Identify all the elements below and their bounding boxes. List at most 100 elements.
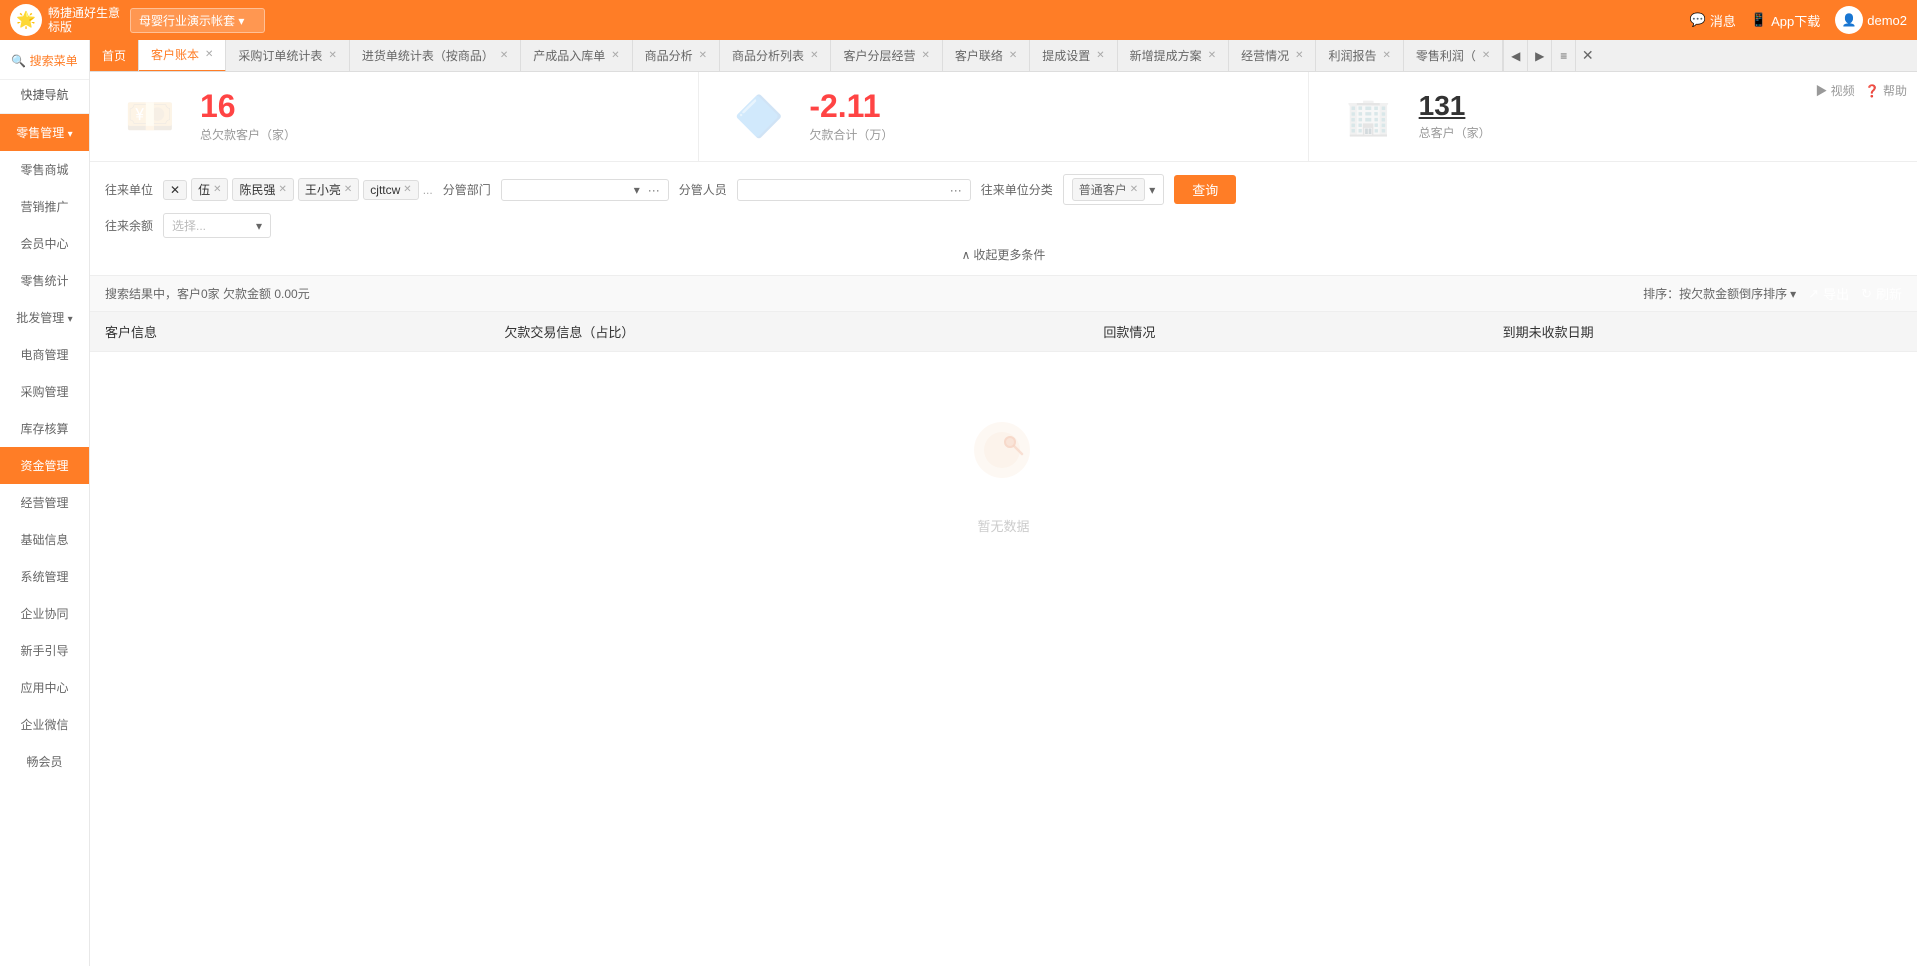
unit-label: 往来单位 bbox=[105, 181, 153, 198]
results-bar: 搜索结果中，客户0家 欠款金额 0.00元 排序：按欠款金额倒序排序 ▾ ↗ 导… bbox=[90, 276, 1917, 312]
balance-dropdown[interactable]: 选择... ▾ bbox=[163, 213, 271, 238]
close-tab-profit[interactable]: ✕ bbox=[1383, 50, 1391, 61]
sidebar-item-operations[interactable]: 经营管理 bbox=[0, 484, 89, 521]
top-right: 💬 消息 📱 App下载 👤 demo2 bbox=[1690, 6, 1907, 34]
tab-profit-report[interactable]: 利润报告 ✕ bbox=[1316, 40, 1403, 72]
stat-actions: ▶ 视频 ❓ 帮助 bbox=[1815, 82, 1907, 99]
close-tab-customer-contact[interactable]: ✕ bbox=[1009, 50, 1017, 61]
app-download-btn[interactable]: 📱 App下载 bbox=[1751, 11, 1820, 30]
dept-more-dots[interactable]: ··· bbox=[648, 183, 660, 197]
sidebar-item-basic-info[interactable]: 基础信息 bbox=[0, 521, 89, 558]
sidebar: 🔍 搜索菜单 快捷导航 零售管理 ▾ 零售商城 营销推广 会员中心 零售统计 批… bbox=[0, 40, 90, 966]
tab-customer-contact[interactable]: 客户联络 ✕ bbox=[943, 40, 1030, 72]
sort-dropdown[interactable]: 排序：按欠款金额倒序排序 ▾ bbox=[1643, 285, 1796, 302]
close-tab-achievement[interactable]: ✕ bbox=[1208, 50, 1216, 61]
query-button[interactable]: 查询 bbox=[1174, 175, 1236, 204]
remove-chen[interactable]: ✕ bbox=[279, 184, 287, 195]
tab-product-analysis-list[interactable]: 商品分析列表 ✕ bbox=[720, 40, 831, 72]
close-tab-inbound[interactable]: ✕ bbox=[500, 50, 508, 61]
filter-tag-wang[interactable]: 王小亮✕ bbox=[298, 178, 359, 201]
tab-tips-settings[interactable]: 提成设置 ✕ bbox=[1030, 40, 1117, 72]
tab-customer-tier[interactable]: 客户分层经营 ✕ bbox=[831, 40, 942, 72]
tab-scroll-right[interactable]: ▶ bbox=[1527, 40, 1551, 72]
close-tab-retail-profit[interactable]: ✕ bbox=[1482, 50, 1490, 61]
col-header-debt-info: 欠款交易信息（占比） bbox=[504, 322, 1103, 341]
tab-cost-inbound[interactable]: 产成品入库单 ✕ bbox=[521, 40, 632, 72]
sidebar-item-retail-mall[interactable]: 零售商城 bbox=[0, 151, 89, 188]
tab-home[interactable]: 首页 bbox=[90, 40, 139, 72]
app-container: 🌟 畅捷通好生意 标版 母婴行业演示帐套 ▾ 💬 消息 📱 App下载 👤 de… bbox=[0, 0, 1917, 966]
sidebar-item-marketing[interactable]: 营销推广 bbox=[0, 188, 89, 225]
sidebar-item-retail-mgmt[interactable]: 零售管理 ▾ bbox=[0, 114, 89, 151]
tab-retail-profit[interactable]: 零售利润（ ✕ bbox=[1404, 40, 1503, 72]
filter-more-units[interactable]: ... bbox=[423, 183, 433, 197]
video-btn[interactable]: ▶ 视频 bbox=[1815, 82, 1854, 99]
remove-wang[interactable]: ✕ bbox=[344, 184, 352, 195]
tab-purchase-order-stats[interactable]: 采购订单统计表 ✕ bbox=[226, 40, 349, 72]
sidebar-quick-nav[interactable]: 快捷导航 bbox=[0, 80, 89, 114]
stat-label-total: 总客户（家） bbox=[1419, 124, 1491, 141]
filter-tag-chen[interactable]: 陈民强✕ bbox=[232, 178, 293, 201]
sidebar-item-retail-stats[interactable]: 零售统计 bbox=[0, 262, 89, 299]
refresh-icon: ↻ bbox=[1861, 286, 1872, 302]
col-header-due-date: 到期未收款日期 bbox=[1503, 322, 1902, 341]
remove-wu[interactable]: ✕ bbox=[213, 184, 221, 195]
person-dropdown[interactable]: ··· bbox=[737, 179, 971, 201]
close-tab-tips[interactable]: ✕ bbox=[1096, 50, 1104, 61]
col-header-customer-info: 客户信息 bbox=[105, 322, 504, 341]
stat-number-customers: 16 bbox=[200, 90, 296, 122]
tab-biz-status[interactable]: 经营情况 ✕ bbox=[1229, 40, 1316, 72]
close-tab-customer-accounts[interactable]: ✕ bbox=[205, 49, 213, 60]
stat-label-customers: 总欠款客户（家） bbox=[200, 126, 296, 143]
sidebar-item-enterprise[interactable]: 企业协同 bbox=[0, 595, 89, 632]
content-area: 首页 客户账本 ✕ 采购订单统计表 ✕ 进货单统计表（按商品） ✕ 产成品入库单… bbox=[90, 40, 1917, 966]
balance-label: 往来余额 bbox=[105, 217, 153, 234]
filter-tag-wu[interactable]: 伍✕ bbox=[191, 178, 228, 201]
close-tab-biz[interactable]: ✕ bbox=[1295, 50, 1303, 61]
tab-new-achievement[interactable]: 新增提成方案 ✕ bbox=[1118, 40, 1229, 72]
close-tab-purchase[interactable]: ✕ bbox=[328, 50, 336, 61]
tab-product-analysis[interactable]: 商品分析 ✕ bbox=[633, 40, 720, 72]
tab-customer-accounts[interactable]: 客户账本 ✕ bbox=[139, 40, 226, 72]
dept-dropdown[interactable]: ▾ ··· bbox=[501, 179, 669, 201]
sidebar-item-purchase[interactable]: 采购管理 bbox=[0, 373, 89, 410]
demo-selector[interactable]: 母婴行业演示帐套 ▾ bbox=[130, 8, 265, 33]
remove-normal-customer[interactable]: ✕ bbox=[1130, 184, 1138, 195]
close-tab-cost[interactable]: ✕ bbox=[611, 50, 619, 61]
unit-category-dropdown[interactable]: 普通客户 ✕ ▾ bbox=[1063, 174, 1164, 205]
close-tab-product-analysis[interactable]: ✕ bbox=[699, 50, 707, 61]
remove-cjttcw[interactable]: ✕ bbox=[403, 184, 411, 195]
sidebar-item-member[interactable]: 畅会员 bbox=[0, 743, 89, 780]
tab-inbound-stats[interactable]: 进货单统计表（按商品） ✕ bbox=[350, 40, 521, 72]
sidebar-item-system[interactable]: 系统管理 bbox=[0, 558, 89, 595]
sidebar-item-inventory[interactable]: 库存核算 bbox=[0, 410, 89, 447]
logo-icon: 🌟 bbox=[10, 4, 42, 36]
close-tab-customer-tier[interactable]: ✕ bbox=[921, 50, 929, 61]
tab-menu[interactable]: ≡ bbox=[1551, 40, 1575, 72]
collapse-btn[interactable]: ∧ 收起更多条件 bbox=[962, 246, 1046, 263]
sidebar-item-wholesale[interactable]: 批发管理 ▾ bbox=[0, 299, 89, 336]
sidebar-item-ecommerce[interactable]: 电商管理 bbox=[0, 336, 89, 373]
stats-row: 💴 16 总欠款客户（家） 🔷 -2.11 欠款合计（万） bbox=[90, 72, 1917, 162]
message-btn[interactable]: 💬 消息 bbox=[1690, 11, 1736, 30]
filter-tag-cjttcw[interactable]: cjttcw✕ bbox=[363, 180, 418, 200]
filter-tag-normal-customer: 普通客户 ✕ bbox=[1072, 178, 1145, 201]
close-tab-product-list[interactable]: ✕ bbox=[810, 50, 818, 61]
tab-close-all[interactable]: ✕ bbox=[1575, 40, 1599, 72]
sidebar-item-member-center[interactable]: 会员中心 bbox=[0, 225, 89, 262]
empty-state: 暂无数据 bbox=[90, 352, 1917, 595]
user-avatar[interactable]: 👤 demo2 bbox=[1835, 6, 1907, 34]
export-btn[interactable]: ↗ 导出 bbox=[1808, 284, 1849, 303]
sidebar-search[interactable]: 🔍 搜索菜单 bbox=[0, 40, 89, 80]
tab-scroll-left[interactable]: ◀ bbox=[1503, 40, 1527, 72]
sidebar-item-app-center[interactable]: 应用中心 bbox=[0, 669, 89, 706]
results-actions: 排序：按欠款金额倒序排序 ▾ ↗ 导出 ↻ 刷新 bbox=[1643, 284, 1902, 303]
sidebar-item-new-guide[interactable]: 新手引导 bbox=[0, 632, 89, 669]
main-layout: 🔍 搜索菜单 快捷导航 零售管理 ▾ 零售商城 营销推广 会员中心 零售统计 批… bbox=[0, 40, 1917, 966]
unit-tags: ✕ 伍✕ 陈民强✕ 王小亮✕ c bbox=[163, 178, 433, 201]
sidebar-item-finance[interactable]: 资金管理 bbox=[0, 447, 89, 484]
sidebar-item-wx-work[interactable]: 企业微信 bbox=[0, 706, 89, 743]
page-content: 💴 16 总欠款客户（家） 🔷 -2.11 欠款合计（万） bbox=[90, 72, 1917, 966]
refresh-btn[interactable]: ↻ 刷新 bbox=[1861, 284, 1902, 303]
help-btn[interactable]: ❓ 帮助 bbox=[1865, 82, 1907, 99]
